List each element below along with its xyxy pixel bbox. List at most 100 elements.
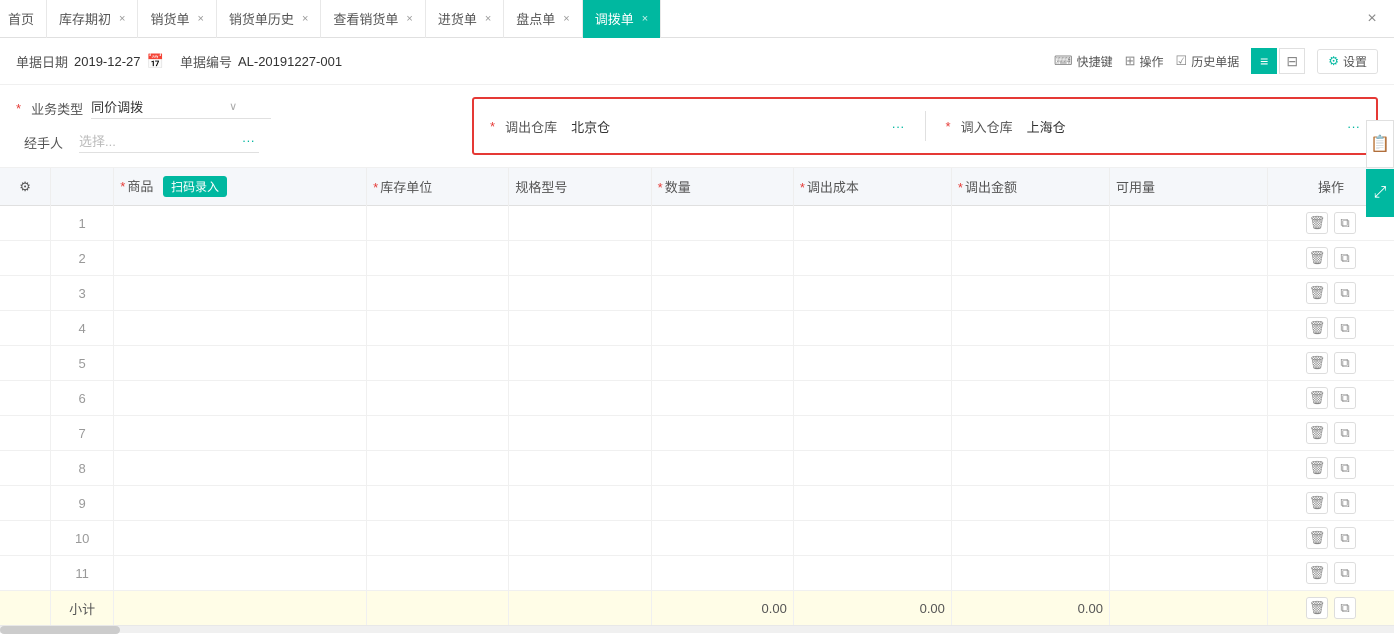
delete-row-button[interactable]: 🗑: [1306, 387, 1328, 409]
copy-row-button[interactable]: ⧉: [1334, 457, 1356, 479]
tab-bar: 首页 库存期初 × 销货单 × 销货单历史 × 查看销货单 × 进货单 × 盘点…: [0, 0, 1394, 38]
subtotal-copy-button[interactable]: ⧉: [1334, 597, 1356, 619]
delete-row-button[interactable]: 🗑: [1306, 247, 1328, 269]
delete-row-button[interactable]: 🗑: [1306, 282, 1328, 304]
row-operation-cell: 🗑 ⧉: [1268, 486, 1394, 521]
handler-ellipsis-icon[interactable]: ···: [242, 133, 255, 148]
copy-row-button[interactable]: ⧉: [1334, 527, 1356, 549]
horizontal-scrollbar[interactable]: [0, 625, 1394, 633]
row-product-cell[interactable]: [114, 486, 367, 521]
tab-close-icon[interactable]: ×: [485, 13, 491, 25]
out-warehouse-ellipsis[interactable]: ···: [892, 119, 905, 134]
row-product-cell[interactable]: [114, 521, 367, 556]
business-type-select[interactable]: 同价调拨 ∨: [91, 97, 271, 119]
shortcut-button[interactable]: ⌨ 快捷键: [1054, 53, 1113, 70]
row-available-cell: [1109, 381, 1267, 416]
handler-placeholder[interactable]: 选择...: [79, 131, 116, 150]
copy-row-button[interactable]: ⧉: [1334, 562, 1356, 584]
tab-close-icon[interactable]: ×: [302, 13, 308, 25]
row-quantity-cell: [651, 241, 793, 276]
row-product-cell[interactable]: [114, 206, 367, 241]
in-warehouse-section: * 调入仓库 上海仓 ···: [946, 117, 1361, 136]
scan-button[interactable]: 扫码录入: [163, 176, 227, 197]
copy-row-button[interactable]: ⧉: [1334, 317, 1356, 339]
tab-close-icon[interactable]: ×: [563, 13, 569, 25]
copy-row-button[interactable]: ⧉: [1334, 422, 1356, 444]
tab-inventory-count[interactable]: 盘点单 ×: [504, 0, 582, 38]
row-number: 9: [51, 486, 114, 521]
row-amount-cell: [951, 241, 1109, 276]
row-quantity-cell: [651, 556, 793, 591]
tab-home[interactable]: 首页: [8, 0, 47, 38]
copy-row-button[interactable]: ⧉: [1334, 282, 1356, 304]
tab-close-icon[interactable]: ×: [406, 13, 412, 25]
tab-label: 调拨单: [595, 9, 634, 28]
row-number: 3: [51, 276, 114, 311]
in-warehouse-label: 调入仓库: [961, 117, 1013, 136]
copy-row-button[interactable]: ⧉: [1334, 352, 1356, 374]
tab-sales-history[interactable]: 销货单历史 ×: [217, 0, 321, 38]
tab-purchase-order[interactable]: 进货单 ×: [426, 0, 504, 38]
settings-button[interactable]: ⚙ 设置: [1317, 49, 1378, 74]
layout-grid-button[interactable]: ⊟: [1279, 48, 1305, 74]
business-type-row: * 业务类型 同价调拨 ∨: [16, 97, 456, 119]
row-settings-cell: [0, 381, 51, 416]
scroll-thumb[interactable]: [0, 626, 120, 634]
subtotal-delete-button[interactable]: 🗑: [1306, 597, 1328, 619]
row-unit-cell: [367, 486, 509, 521]
copy-row-button[interactable]: ⧉: [1334, 212, 1356, 234]
copy-row-button[interactable]: ⧉: [1334, 247, 1356, 269]
row-operation-cell: 🗑 ⧉: [1268, 416, 1394, 451]
float-doc-button[interactable]: 📋: [1366, 120, 1394, 168]
row-spec-cell: [509, 521, 651, 556]
tab-inventory-init[interactable]: 库存期初 ×: [47, 0, 138, 38]
tab-sales-order[interactable]: 销货单 ×: [138, 0, 216, 38]
tab-view-sales[interactable]: 查看销货单 ×: [321, 0, 425, 38]
row-product-cell[interactable]: [114, 311, 367, 346]
float-expand-button[interactable]: ⤢: [1366, 169, 1394, 217]
delete-row-button[interactable]: 🗑: [1306, 562, 1328, 584]
doc-number-label: 单据编号: [180, 52, 232, 71]
layout-list-button[interactable]: ≡: [1251, 48, 1277, 74]
divider: [925, 111, 926, 141]
row-available-cell: [1109, 521, 1267, 556]
in-warehouse-ellipsis[interactable]: ···: [1347, 119, 1360, 134]
delete-row-button[interactable]: 🗑: [1306, 422, 1328, 444]
delete-row-button[interactable]: 🗑: [1306, 212, 1328, 234]
tab-transfer-order[interactable]: 调拨单 ×: [583, 0, 661, 38]
copy-row-button[interactable]: ⧉: [1334, 492, 1356, 514]
row-number: 5: [51, 346, 114, 381]
row-product-cell[interactable]: [114, 381, 367, 416]
tab-close-icon[interactable]: ×: [197, 13, 203, 25]
th-settings[interactable]: ⚙: [0, 168, 51, 206]
tab-label: 首页: [8, 9, 34, 28]
table-row: 8 🗑 ⧉: [0, 451, 1394, 486]
operations-button[interactable]: ⊞ 操作: [1125, 53, 1164, 70]
delete-row-button[interactable]: 🗑: [1306, 527, 1328, 549]
row-product-cell[interactable]: [114, 416, 367, 451]
doc-header: 单据日期 2019-12-27 📅 单据编号 AL-20191227-001 ⌨…: [0, 38, 1394, 85]
row-product-cell[interactable]: [114, 276, 367, 311]
right-float-panel: 📋 ⤢: [1366, 120, 1394, 217]
tab-close-active-icon[interactable]: ×: [642, 13, 648, 25]
required-star-out: *: [490, 119, 495, 134]
row-available-cell: [1109, 451, 1267, 486]
row-unit-cell: [367, 381, 509, 416]
row-amount-cell: [951, 451, 1109, 486]
row-product-cell[interactable]: [114, 346, 367, 381]
delete-row-button[interactable]: 🗑: [1306, 457, 1328, 479]
row-product-cell[interactable]: [114, 241, 367, 276]
delete-row-button[interactable]: 🗑: [1306, 492, 1328, 514]
tab-close-icon[interactable]: ×: [119, 13, 125, 25]
row-number: 8: [51, 451, 114, 486]
row-settings-cell: [0, 486, 51, 521]
row-product-cell[interactable]: [114, 556, 367, 591]
copy-row-button[interactable]: ⧉: [1334, 387, 1356, 409]
delete-row-button[interactable]: 🗑: [1306, 317, 1328, 339]
row-product-cell[interactable]: [114, 451, 367, 486]
delete-row-button[interactable]: 🗑: [1306, 352, 1328, 374]
calendar-icon[interactable]: 📅: [147, 53, 164, 70]
close-all-tabs-button[interactable]: ×: [1358, 5, 1386, 33]
row-unit-cell: [367, 346, 509, 381]
history-button[interactable]: ☑ 历史单据: [1176, 53, 1240, 70]
